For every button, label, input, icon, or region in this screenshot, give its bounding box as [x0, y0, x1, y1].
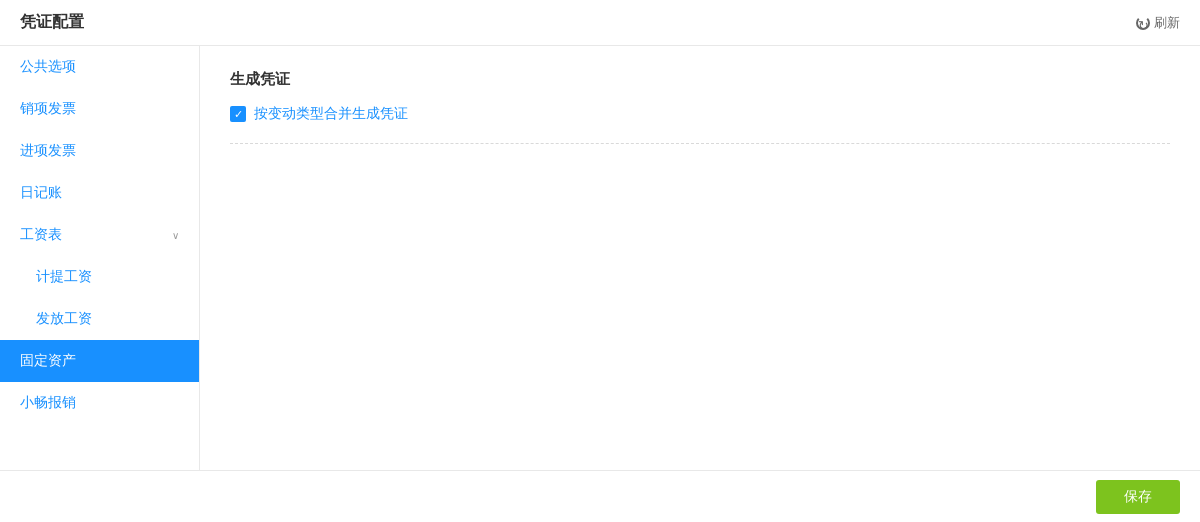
- sidebar-item-label: 小畅报销: [20, 394, 76, 412]
- main-layout: 公共选项销项发票进项发票日记账工资表 ∨ 计提工资发放工资固定资产小畅报销 生成凭证…: [0, 46, 1200, 470]
- sidebar-item-journal[interactable]: 日记账: [0, 172, 199, 214]
- merge-checkbox[interactable]: ✓: [230, 106, 246, 122]
- sidebar-item-purchase-invoice[interactable]: 进项发票: [0, 130, 199, 172]
- page-wrapper: 凭证配置 ↻ 刷新 公共选项销项发票进项发票日记账工资表 ∨ 计提工资发放工资固定资…: [0, 0, 1200, 522]
- sidebar-item-expense-report[interactable]: 小畅报销: [0, 382, 199, 424]
- page-title: 凭证配置: [20, 12, 84, 33]
- divider: [230, 143, 1170, 144]
- sidebar-item-label: 公共选项: [20, 58, 76, 76]
- footer: 保存: [0, 470, 1200, 522]
- refresh-label: 刷新: [1154, 14, 1180, 32]
- sidebar-item-label: 销项发票: [20, 100, 76, 118]
- sidebar-item-public-options[interactable]: 公共选项: [0, 46, 199, 88]
- sidebar-item-label: 固定资产: [20, 352, 76, 370]
- check-mark-icon: ✓: [234, 109, 243, 120]
- sidebar-item-label: 发放工资: [36, 310, 92, 328]
- checkbox-label[interactable]: 按变动类型合并生成凭证: [254, 105, 408, 123]
- content-area: 生成凭证 ✓ 按变动类型合并生成凭证: [200, 46, 1200, 470]
- sidebar-item-label: 进项发票: [20, 142, 76, 160]
- refresh-icon: ↻: [1136, 16, 1150, 30]
- sidebar-item-calc-salary[interactable]: 计提工资: [0, 256, 199, 298]
- sidebar-item-sales-invoice[interactable]: 销项发票: [0, 88, 199, 130]
- section-title: 生成凭证: [230, 70, 1170, 89]
- sidebar-item-fixed-assets[interactable]: 固定资产: [0, 340, 199, 382]
- refresh-button[interactable]: ↻ 刷新: [1136, 14, 1180, 32]
- header: 凭证配置 ↻ 刷新: [0, 0, 1200, 46]
- sidebar-item-pay-salary[interactable]: 发放工资: [0, 298, 199, 340]
- chevron-down-icon: ∨: [172, 230, 179, 241]
- save-button[interactable]: 保存: [1096, 480, 1180, 514]
- sidebar: 公共选项销项发票进项发票日记账工资表 ∨ 计提工资发放工资固定资产小畅报销: [0, 46, 200, 470]
- sidebar-item-label: 计提工资: [36, 268, 92, 286]
- sidebar-item-label: 工资表: [20, 226, 62, 244]
- checkbox-row: ✓ 按变动类型合并生成凭证: [230, 105, 1170, 123]
- sidebar-item-payroll-table[interactable]: 工资表 ∨: [0, 214, 199, 256]
- sidebar-item-label: 日记账: [20, 184, 62, 202]
